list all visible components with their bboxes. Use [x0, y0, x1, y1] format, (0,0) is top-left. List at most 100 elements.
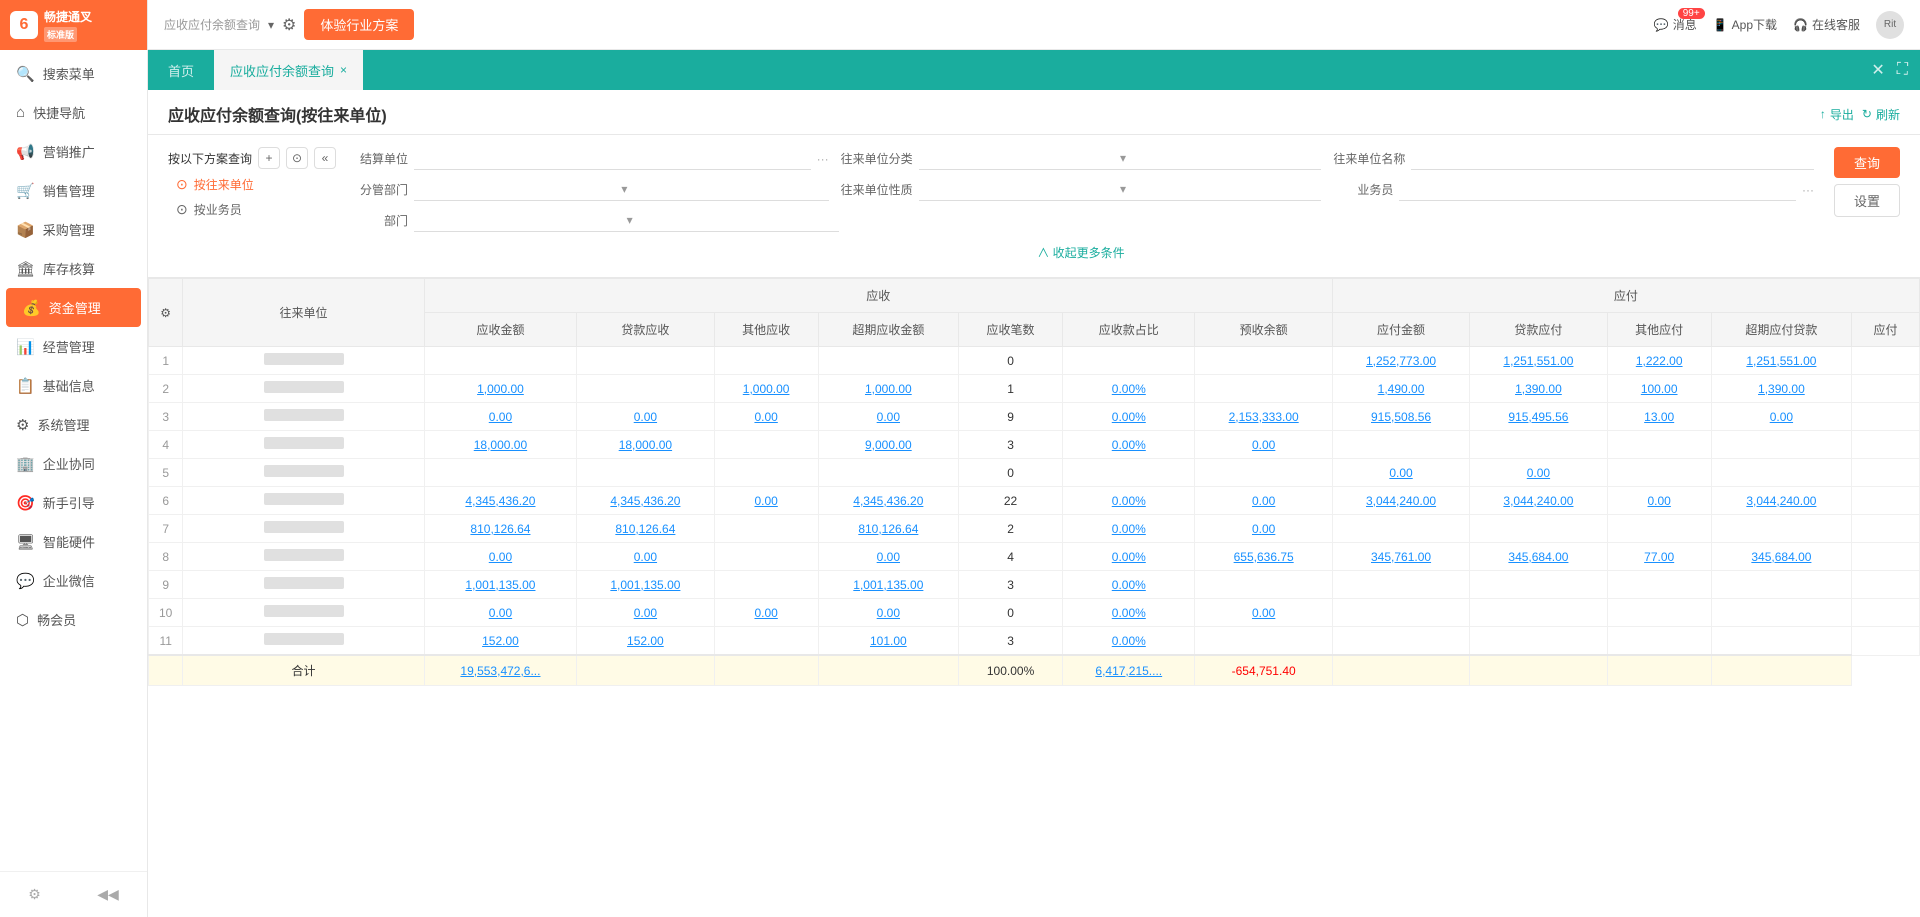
- row-yingfu-2[interactable]: 100.00: [1607, 375, 1711, 403]
- sidebar-item-hardware[interactable]: 🖥 智能硬件: [0, 522, 147, 561]
- row-yingshou-0[interactable]: 0.00: [424, 599, 576, 627]
- industry-scheme-btn[interactable]: 体验行业方案: [304, 9, 414, 40]
- row-yingshou-3[interactable]: 0.00: [818, 599, 958, 627]
- sidebar-item-inventory[interactable]: 🏛 库存核算: [0, 249, 147, 288]
- salesman-dots[interactable]: ···: [1802, 183, 1814, 197]
- row-yingshou-6[interactable]: 655,636.75: [1195, 543, 1332, 571]
- row-yingshou-2[interactable]: 1,000.00: [714, 375, 818, 403]
- row-yingfu-1[interactable]: 3,044,240.00: [1470, 487, 1607, 515]
- row-yingshou-4[interactable]: 0: [959, 459, 1063, 487]
- row-yingshou-1[interactable]: 0.00: [577, 403, 714, 431]
- row-yingshou-2[interactable]: 0.00: [714, 599, 818, 627]
- sidebar-item-corp[interactable]: 🏢 企业协同: [0, 444, 147, 483]
- row-yingshou-3[interactable]: 101.00: [818, 627, 958, 656]
- query-btn[interactable]: 查询: [1834, 147, 1900, 178]
- sidebar-item-member[interactable]: ⬡ 畅会员: [0, 600, 147, 639]
- row-yingfu-0[interactable]: 1,252,773.00: [1332, 347, 1469, 375]
- refresh-btn[interactable]: ↻ 刷新: [1862, 106, 1900, 123]
- row-yingshou-5[interactable]: 0.00%: [1063, 599, 1195, 627]
- row-yingshou-1[interactable]: 810,126.64: [577, 515, 714, 543]
- row-yingfu-2[interactable]: 13.00: [1607, 403, 1711, 431]
- setting-btn[interactable]: 设置: [1834, 184, 1900, 217]
- partner-type-select[interactable]: ▾: [919, 147, 1322, 170]
- partner-name-input[interactable]: [1411, 147, 1814, 170]
- row-yingshou-3[interactable]: 1,000.00: [818, 375, 958, 403]
- row-yingshou-5[interactable]: 0.00%: [1063, 431, 1195, 459]
- subdept-select[interactable]: ▾: [414, 209, 839, 232]
- row-yingshou-0[interactable]: 1,001,135.00: [424, 571, 576, 599]
- row-yingshou-4[interactable]: 4: [959, 543, 1063, 571]
- scheme-item-salesman[interactable]: ⊙ 按业务员: [168, 198, 336, 221]
- footer-collapse-btn[interactable]: ◀◀: [89, 882, 127, 907]
- scheme-target-btn[interactable]: ⊙: [286, 147, 308, 169]
- row-yingshou-5[interactable]: 0.00%: [1063, 487, 1195, 515]
- row-yingshou-0[interactable]: 0.00: [424, 403, 576, 431]
- row-yingshou-1[interactable]: 0.00: [577, 599, 714, 627]
- row-yingshou-3[interactable]: 0.00: [818, 543, 958, 571]
- sidebar-item-sales[interactable]: 🛒 销售管理: [0, 171, 147, 210]
- row-yingfu-1[interactable]: 345,684.00: [1470, 543, 1607, 571]
- row-yingfu-3[interactable]: 0.00: [1711, 403, 1851, 431]
- user-avatar-area[interactable]: Rit: [1876, 11, 1904, 39]
- row-yingshou-5[interactable]: 0.00%: [1063, 627, 1195, 656]
- row-yingshou-6[interactable]: 0.00: [1195, 487, 1332, 515]
- salesman-input[interactable]: [1399, 178, 1796, 201]
- partner-nature-select[interactable]: ▾: [919, 178, 1322, 201]
- row-yingfu-3[interactable]: 345,684.00: [1711, 543, 1851, 571]
- settlement-dots[interactable]: ···: [817, 152, 829, 166]
- row-yingshou-3[interactable]: 810,126.64: [818, 515, 958, 543]
- row-yingshou-1[interactable]: 0.00: [577, 543, 714, 571]
- row-yingfu-2[interactable]: 0.00: [1607, 487, 1711, 515]
- row-yingfu-1[interactable]: 1,390.00: [1470, 375, 1607, 403]
- scheme-item-partner[interactable]: ⊙ 按往来单位: [168, 173, 336, 196]
- sidebar-item-quick[interactable]: ⌂ 快捷导航: [0, 93, 147, 132]
- export-btn[interactable]: ↑ 导出: [1820, 106, 1854, 123]
- row-yingshou-4[interactable]: 3: [959, 627, 1063, 656]
- row-yingfu-3[interactable]: 1,390.00: [1711, 375, 1851, 403]
- sidebar-item-basic[interactable]: 📋 基础信息: [0, 366, 147, 405]
- sidebar-item-finance[interactable]: 💰 资金管理: [6, 288, 141, 327]
- th-settings[interactable]: ⚙: [149, 279, 183, 347]
- row-yingshou-6[interactable]: 0.00: [1195, 431, 1332, 459]
- row-yingshou-5[interactable]: 0.00%: [1063, 403, 1195, 431]
- topbar-dropdown-arrow[interactable]: ▾: [268, 18, 274, 32]
- row-yingshou-3[interactable]: 4,345,436.20: [818, 487, 958, 515]
- row-yingshou-0[interactable]: 18,000.00: [424, 431, 576, 459]
- sidebar-item-search[interactable]: 🔍 搜索菜单: [0, 54, 147, 93]
- row-yingfu-2[interactable]: 1,222.00: [1607, 347, 1711, 375]
- row-yingfu-3[interactable]: 3,044,240.00: [1711, 487, 1851, 515]
- row-yingfu-0[interactable]: 345,761.00: [1332, 543, 1469, 571]
- row-yingfu-0[interactable]: 915,508.56: [1332, 403, 1469, 431]
- messages-btn[interactable]: 💬 消息 99+: [1654, 16, 1697, 33]
- scheme-collapse-btn[interactable]: «: [314, 147, 336, 169]
- row-yingshou-5[interactable]: 0.00%: [1063, 515, 1195, 543]
- row-yingshou-4[interactable]: 3: [959, 431, 1063, 459]
- footer-setting-btn[interactable]: ⚙: [20, 882, 49, 907]
- tab-close-icon[interactable]: ×: [340, 63, 347, 77]
- row-yingshou-4[interactable]: 2: [959, 515, 1063, 543]
- row-yingfu-3[interactable]: 1,251,551.00: [1711, 347, 1851, 375]
- row-yingshou-4[interactable]: 3: [959, 571, 1063, 599]
- row-yingshou-3[interactable]: 0.00: [818, 403, 958, 431]
- row-yingshou-6[interactable]: 0.00: [1195, 515, 1332, 543]
- row-yingfu-0[interactable]: 1,490.00: [1332, 375, 1469, 403]
- dept-select[interactable]: ▾: [414, 178, 829, 201]
- tab-close-window-icon[interactable]: ✕: [1871, 60, 1884, 80]
- row-yingshou-0[interactable]: 152.00: [424, 627, 576, 656]
- scheme-add-btn[interactable]: +: [258, 147, 280, 169]
- row-yingshou-4[interactable]: 0: [959, 599, 1063, 627]
- sidebar-item-purchase[interactable]: 📦 采购管理: [0, 210, 147, 249]
- row-yingshou-1[interactable]: 18,000.00: [577, 431, 714, 459]
- row-yingshou-2[interactable]: 0.00: [714, 487, 818, 515]
- sidebar-item-marketing[interactable]: 📢 营销推广: [0, 132, 147, 171]
- row-yingfu-2[interactable]: 77.00: [1607, 543, 1711, 571]
- row-yingshou-1[interactable]: 1,001,135.00: [577, 571, 714, 599]
- sidebar-item-wechat[interactable]: 💬 企业微信: [0, 561, 147, 600]
- app-download-btn[interactable]: 📱 App下载: [1713, 16, 1777, 33]
- row-yingshou-2[interactable]: 0.00: [714, 403, 818, 431]
- tab-home[interactable]: 首页: [148, 50, 214, 90]
- sidebar-item-business[interactable]: 📊 经营管理: [0, 327, 147, 366]
- row-yingshou-3[interactable]: 9,000.00: [818, 431, 958, 459]
- row-yingshou-1[interactable]: 152.00: [577, 627, 714, 656]
- row-yingshou-4[interactable]: 22: [959, 487, 1063, 515]
